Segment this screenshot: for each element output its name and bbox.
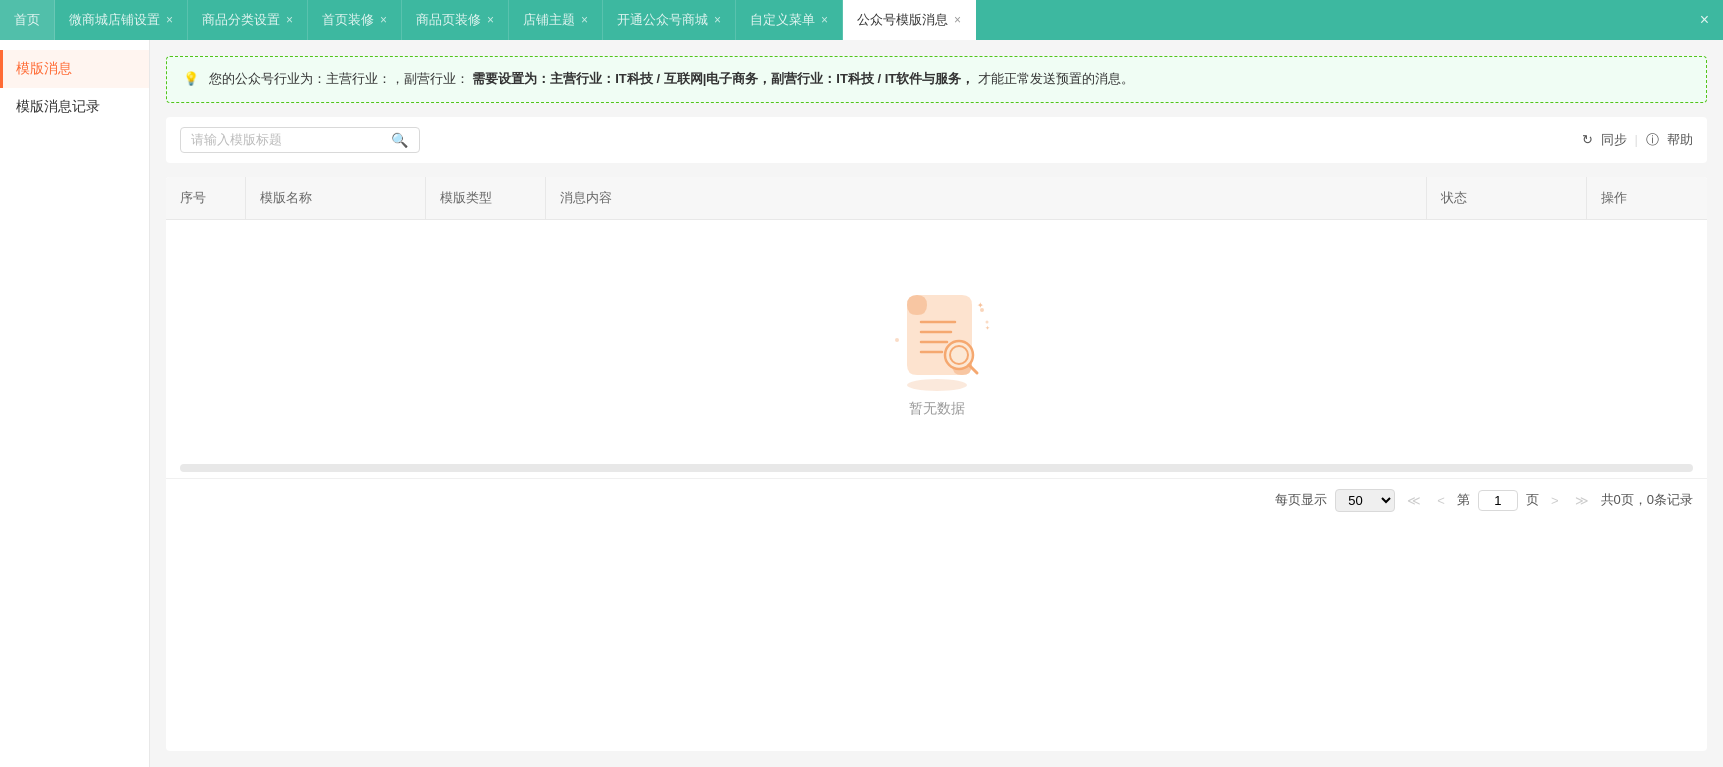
main-layout: 模版消息模版消息记录 💡 您的公众号行业为：主营行业：，副营行业： 需要设置为：… — [0, 40, 1723, 767]
nav-tab-template-msg[interactable]: 公众号模版消息 × — [843, 0, 976, 40]
table-header-name: 模版名称 — [246, 177, 426, 219]
table-header-action: 操作 — [1587, 177, 1707, 219]
page-summary: 共0页，0条记录 — [1601, 491, 1693, 509]
per-page-select[interactable]: 102050100 — [1335, 489, 1395, 512]
alert-banner: 💡 您的公众号行业为：主营行业：，副营行业： 需要设置为：主营行业：IT科技 /… — [166, 56, 1707, 103]
nav-tab-product-decoration[interactable]: 商品页装修 × — [402, 0, 509, 40]
nav-tab-close[interactable]: × — [714, 14, 721, 26]
nav-tab-custom-menu[interactable]: 自定义菜单 × — [736, 0, 843, 40]
content-area: 💡 您的公众号行业为：主营行业：，副营行业： 需要设置为：主营行业：IT科技 /… — [150, 40, 1723, 767]
page-input[interactable] — [1478, 490, 1518, 511]
per-page-label: 每页显示 — [1275, 491, 1327, 509]
help-icon: ⓘ — [1646, 131, 1659, 149]
empty-illustration: ✦ ✦ — [877, 280, 997, 400]
nav-tab-shop-settings[interactable]: 微商城店铺设置 × — [55, 0, 188, 40]
nav-tab-close[interactable]: × — [487, 14, 494, 26]
nav-tab-label: 商品分类设置 — [202, 11, 280, 29]
nav-tab-close[interactable]: × — [581, 14, 588, 26]
sidebar: 模版消息模版消息记录 — [0, 40, 150, 767]
nav-tab-close[interactable]: × — [286, 14, 293, 26]
last-page-button[interactable]: ≫ — [1571, 491, 1593, 510]
svg-point-0 — [907, 379, 967, 391]
nav-tab-close[interactable]: × — [380, 14, 387, 26]
nav-tab-label: 首页装修 — [322, 11, 374, 29]
table-header-type: 模版类型 — [426, 177, 546, 219]
nav-tab-label: 自定义菜单 — [750, 11, 815, 29]
nav-tab-home[interactable]: 首页 — [0, 0, 55, 40]
nav-tab-open-mall[interactable]: 开通公众号商城 × — [603, 0, 736, 40]
nav-tab-category-settings[interactable]: 商品分类设置 × — [188, 0, 308, 40]
page-label-prefix: 第 — [1457, 491, 1470, 509]
alert-prefix: 您的公众号行业为：主营行业：，副营行业： — [209, 71, 469, 86]
table-header-content: 消息内容 — [546, 177, 1427, 219]
data-table: 序号模版名称模版类型消息内容状态操作 — [166, 177, 1707, 751]
alert-suffix: 才能正常发送预置的消息。 — [978, 71, 1134, 86]
svg-text:✦: ✦ — [985, 325, 990, 331]
prev-page-button[interactable]: < — [1433, 491, 1449, 510]
nav-tab-close[interactable]: × — [954, 14, 961, 26]
scrollbar-area[interactable] — [166, 458, 1707, 478]
alert-highlight: 需要设置为：主营行业：IT科技 / 互联网|电子商务，副营行业：IT科技 / I… — [472, 71, 974, 86]
sync-icon: ↻ — [1582, 132, 1593, 147]
nav-tab-label: 公众号模版消息 — [857, 11, 948, 29]
sidebar-item-template-msg-log[interactable]: 模版消息记录 — [0, 88, 149, 126]
divider: | — [1635, 132, 1638, 147]
table-header-status: 状态 — [1427, 177, 1587, 219]
search-input-wrap: 🔍 — [180, 127, 420, 153]
close-all-button[interactable]: × — [1686, 11, 1723, 29]
nav-tab-label: 首页 — [14, 11, 40, 29]
first-page-button[interactable]: ≪ — [1403, 491, 1425, 510]
nav-tab-label: 商品页装修 — [416, 11, 481, 29]
nav-tab-store-theme[interactable]: 店铺主题 × — [509, 0, 603, 40]
help-button[interactable]: 帮助 — [1667, 131, 1693, 149]
nav-tab-close[interactable]: × — [166, 14, 173, 26]
search-bar: 🔍 ↻ 同步 | ⓘ 帮助 — [166, 117, 1707, 163]
table-header: 序号模版名称模版类型消息内容状态操作 — [166, 177, 1707, 220]
scroll-track[interactable] — [180, 464, 1693, 472]
nav-tab-label: 开通公众号商城 — [617, 11, 708, 29]
pagination: 每页显示 102050100 ≪ < 第 页 > ≫ 共0页，0条记录 — [166, 478, 1707, 522]
top-navigation: 首页微商城店铺设置 ×商品分类设置 ×首页装修 ×商品页装修 ×店铺主题 ×开通… — [0, 0, 1723, 40]
svg-point-9 — [985, 320, 988, 323]
sidebar-item-template-msg[interactable]: 模版消息 — [0, 50, 149, 88]
nav-tab-home-decoration[interactable]: 首页装修 × — [308, 0, 402, 40]
next-page-button[interactable]: > — [1547, 491, 1563, 510]
nav-tab-label: 店铺主题 — [523, 11, 575, 29]
search-input[interactable] — [191, 132, 391, 147]
page-label-suffix: 页 — [1526, 491, 1539, 509]
nav-tab-label: 微商城店铺设置 — [69, 11, 160, 29]
toolbar-right: ↻ 同步 | ⓘ 帮助 — [1582, 131, 1693, 149]
table-header-seq: 序号 — [166, 177, 246, 219]
svg-point-10 — [895, 338, 899, 342]
alert-icon: 💡 — [183, 71, 199, 86]
empty-state: ✦ ✦ 暂无数据 — [166, 220, 1707, 458]
svg-text:✦: ✦ — [977, 301, 984, 310]
sync-button[interactable]: 同步 — [1601, 131, 1627, 149]
nav-tab-close[interactable]: × — [821, 14, 828, 26]
empty-text: 暂无数据 — [909, 400, 965, 418]
search-icon[interactable]: 🔍 — [391, 132, 408, 148]
